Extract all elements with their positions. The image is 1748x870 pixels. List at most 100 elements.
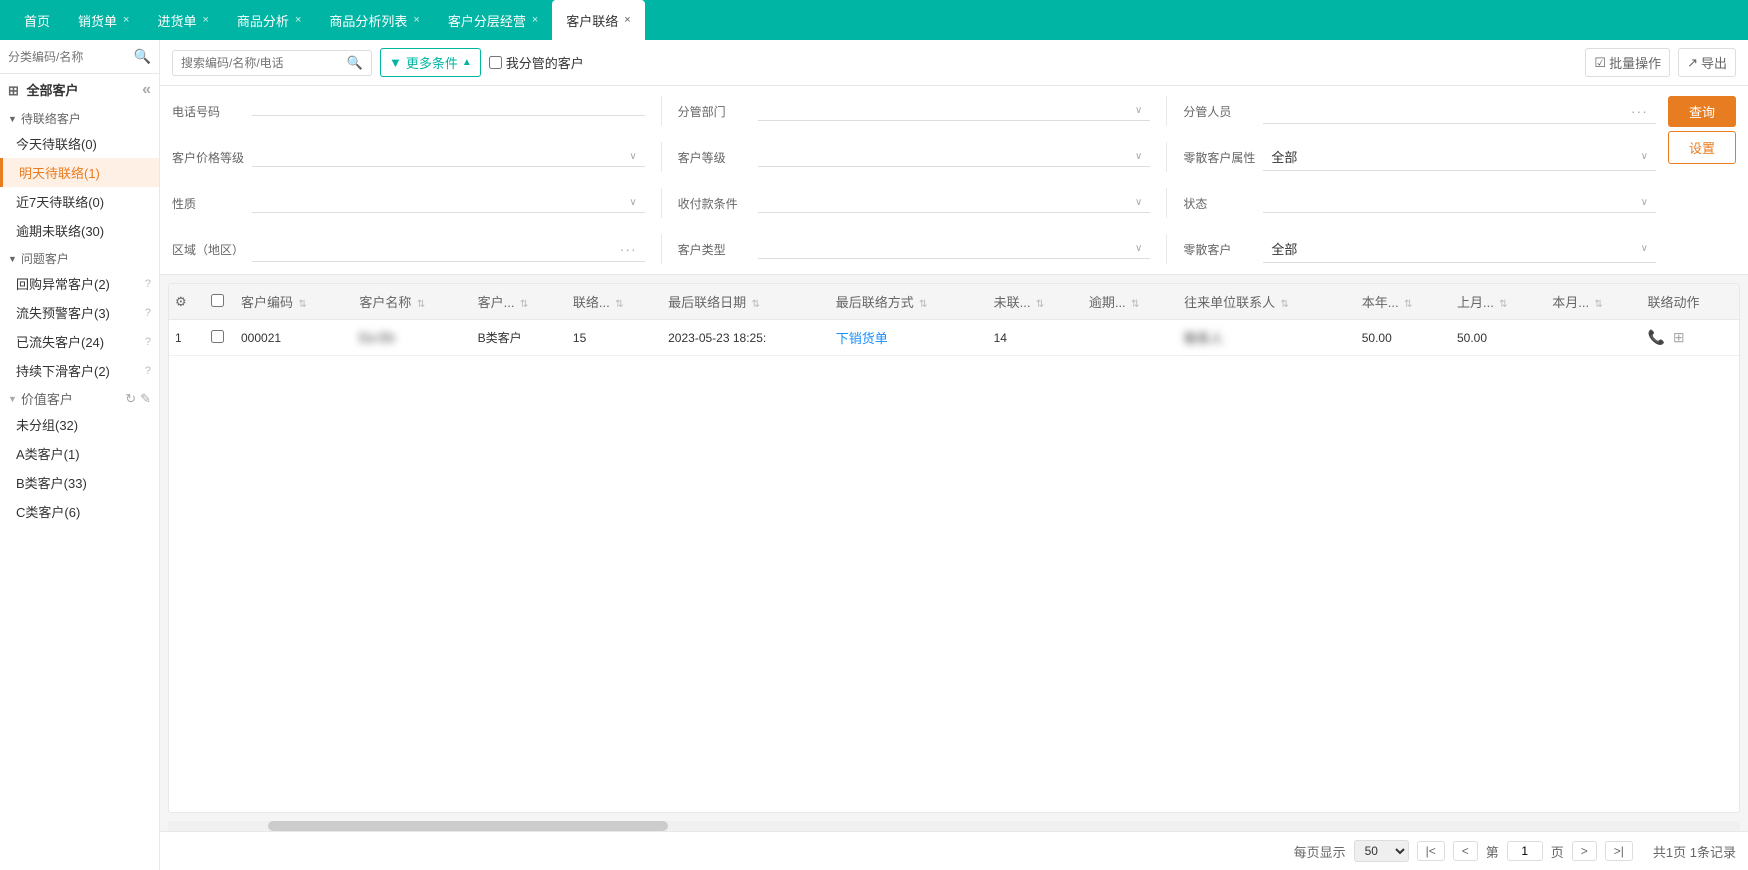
nav-close-analysis-list[interactable]: × xyxy=(413,14,419,26)
select-all-checkbox[interactable] xyxy=(211,294,224,307)
filter-phone-input[interactable] xyxy=(252,107,645,116)
sidebar-item-class-b[interactable]: B类客户(33) xyxy=(0,468,159,497)
col-contacts[interactable]: 往来单位联系人 ⇅ xyxy=(1178,284,1356,320)
nav-close-customer-contact[interactable]: × xyxy=(624,14,630,26)
filter-manager-select[interactable]: ··· xyxy=(1263,99,1656,124)
row-menu-icon[interactable]: ⊞ xyxy=(1673,329,1685,346)
sidebar-item-today[interactable]: 今天待联络(0) xyxy=(0,129,159,158)
filter-customer-type-select[interactable]: ∨ xyxy=(758,239,1151,259)
col-this-year[interactable]: 本年... ⇅ xyxy=(1356,284,1451,320)
help-icon-churned[interactable]: ? xyxy=(145,336,151,348)
nav-close-customer-layered[interactable]: × xyxy=(532,14,538,26)
export-btn[interactable]: ↗ 导出 xyxy=(1678,48,1736,77)
my-customers-checkbox-area[interactable]: 我分管的客户 xyxy=(489,53,584,72)
sidebar-item-declining[interactable]: 持续下滑客户(2) ? xyxy=(0,356,159,385)
nav-sales[interactable]: 销货单 × xyxy=(64,0,143,40)
col-name[interactable]: 客户名称 ⇅ xyxy=(353,284,471,320)
batch-op-btn[interactable]: ☑ 批量操作 xyxy=(1585,48,1670,77)
sidebar-search-input[interactable] xyxy=(8,50,134,64)
filter-dept-select[interactable]: ∨ xyxy=(758,101,1151,121)
prev-page-btn[interactable]: < xyxy=(1453,841,1478,861)
horizontal-scrollbar[interactable] xyxy=(168,821,1740,831)
settings-icon: ⚙ xyxy=(175,294,187,309)
help-icon-repurchase[interactable]: ? xyxy=(145,278,151,290)
row-phone-icon[interactable]: 📞 xyxy=(1647,329,1664,346)
col-gear[interactable]: ⚙ xyxy=(169,284,205,320)
region-dots-icon: ··· xyxy=(620,241,637,257)
sidebar-item-churn-warning[interactable]: 流失预警客户(3) ? xyxy=(0,298,159,327)
page-size-select[interactable]: 50 100 200 xyxy=(1354,840,1409,862)
search-box: 🔍 xyxy=(172,50,372,76)
value-edit-icon[interactable]: ✎ xyxy=(140,391,151,407)
my-customers-checkbox[interactable] xyxy=(489,56,502,69)
filter-row-3: 性质 ∨ 收付款条件 ∨ xyxy=(172,188,1656,218)
sidebar-item-unclassified[interactable]: 未分组(32) xyxy=(0,410,159,439)
col-contact-count[interactable]: 联络... ⇅ xyxy=(567,284,662,320)
sidebar-item-class-a[interactable]: A类客户(1) xyxy=(0,439,159,468)
filter-payment-select[interactable]: ∨ xyxy=(758,193,1151,213)
query-btn[interactable]: 查询 xyxy=(1668,96,1736,127)
nav-customer-contact[interactable]: 客户联络 × xyxy=(552,0,644,40)
sidebar-item-overdue[interactable]: 逾期未联络(30) xyxy=(0,216,159,245)
search-input[interactable] xyxy=(181,56,347,70)
row-checkbox[interactable] xyxy=(211,330,224,343)
first-page-btn[interactable]: |< xyxy=(1417,841,1445,861)
filter-status-select[interactable]: ∨ xyxy=(1263,193,1656,213)
scroll-thumb[interactable] xyxy=(268,821,668,831)
sidebar-item-repurchase-abnormal[interactable]: 回购异常客户(2) ? xyxy=(0,269,159,298)
page-number-input[interactable] xyxy=(1507,841,1543,861)
sidebar-item-tomorrow[interactable]: 明天待联络(1) xyxy=(0,158,159,187)
last-page-btn[interactable]: >| xyxy=(1605,841,1633,861)
nav-close-analysis[interactable]: × xyxy=(295,14,301,26)
col-action: 联络动作 xyxy=(1641,284,1739,320)
filter-customer-level-select[interactable]: ∨ xyxy=(758,147,1151,167)
filter-retail-attr-select[interactable]: 全部 ∨ xyxy=(1263,143,1656,171)
col-check xyxy=(205,284,235,320)
price-level-arrow-icon: ∨ xyxy=(629,151,636,162)
next-page-btn[interactable]: > xyxy=(1572,841,1597,861)
last-method-link[interactable]: 下销货单 xyxy=(836,331,888,346)
sidebar-collapse-btn[interactable]: « xyxy=(142,81,151,99)
sidebar-search-icon[interactable]: 🔍 xyxy=(134,48,151,65)
nav-analysis-list[interactable]: 商品分析列表 × xyxy=(315,0,433,40)
col-type[interactable]: 客户... ⇅ xyxy=(472,284,567,320)
filter-price-level-select[interactable]: ∨ xyxy=(252,147,645,167)
cell-type: B类客户 xyxy=(472,320,567,356)
col-code[interactable]: 客户编码 ⇅ xyxy=(235,284,353,320)
sort-last-date-icon: ⇅ xyxy=(751,299,759,310)
filter-more-btn[interactable]: ▼ 更多条件 ▲ xyxy=(380,48,481,77)
search-icon[interactable]: 🔍 xyxy=(347,55,363,71)
value-refresh-icon[interactable]: ↻ xyxy=(125,391,136,407)
nav-customer-layered[interactable]: 客户分层经营 × xyxy=(434,0,552,40)
col-last-date[interactable]: 最后联络日期 ⇅ xyxy=(662,284,830,320)
reset-btn[interactable]: 设置 xyxy=(1668,131,1736,164)
nav-home[interactable]: 首页 xyxy=(10,0,64,40)
sidebar-item-class-c[interactable]: C类客户(6) xyxy=(0,497,159,526)
col-unlinked[interactable]: 未联... ⇅ xyxy=(988,284,1083,320)
col-this-month[interactable]: 本月... ⇅ xyxy=(1546,284,1641,320)
nav-analysis[interactable]: 商品分析 × xyxy=(223,0,315,40)
cell-last-method[interactable]: 下销货单 xyxy=(830,320,988,356)
col-last-method[interactable]: 最后联络方式 ⇅ xyxy=(830,284,988,320)
sort-contact-count-icon: ⇅ xyxy=(615,299,623,310)
filter-phone: 电话号码 xyxy=(172,103,645,120)
filter-retail-select[interactable]: 全部 ∨ xyxy=(1263,235,1656,263)
nav-purchase[interactable]: 进货单 × xyxy=(143,0,222,40)
toolbar: 🔍 ▼ 更多条件 ▲ 我分管的客户 ☑ 批量操作 ↗ 导出 xyxy=(160,40,1748,86)
batch-op-icon: ☑ xyxy=(1594,55,1606,71)
col-overdue[interactable]: 逾期... ⇅ xyxy=(1083,284,1178,320)
export-icon: ↗ xyxy=(1687,55,1698,71)
help-icon-declining[interactable]: ? xyxy=(145,365,151,377)
all-customers-header[interactable]: ⊞ 全部客户 « xyxy=(0,74,159,105)
nav-close-purchase[interactable]: × xyxy=(202,14,208,26)
sidebar-item-7days[interactable]: 近7天待联络(0) xyxy=(0,187,159,216)
nav-close-sales[interactable]: × xyxy=(123,14,129,26)
cell-unlinked: 14 xyxy=(988,320,1083,356)
help-icon-churn-warning[interactable]: ? xyxy=(145,307,151,319)
sidebar-item-churned[interactable]: 已流失客户(24) ? xyxy=(0,327,159,356)
sidebar-group-problems: 问题客户 xyxy=(0,245,159,269)
filter-region-select[interactable]: ··· xyxy=(252,237,645,262)
col-last-month[interactable]: 上月... ⇅ xyxy=(1451,284,1546,320)
filter-nature-select[interactable]: ∨ xyxy=(252,193,645,213)
data-table-area: ⚙ 客户编码 ⇅ 客户名称 ⇅ xyxy=(168,283,1740,813)
